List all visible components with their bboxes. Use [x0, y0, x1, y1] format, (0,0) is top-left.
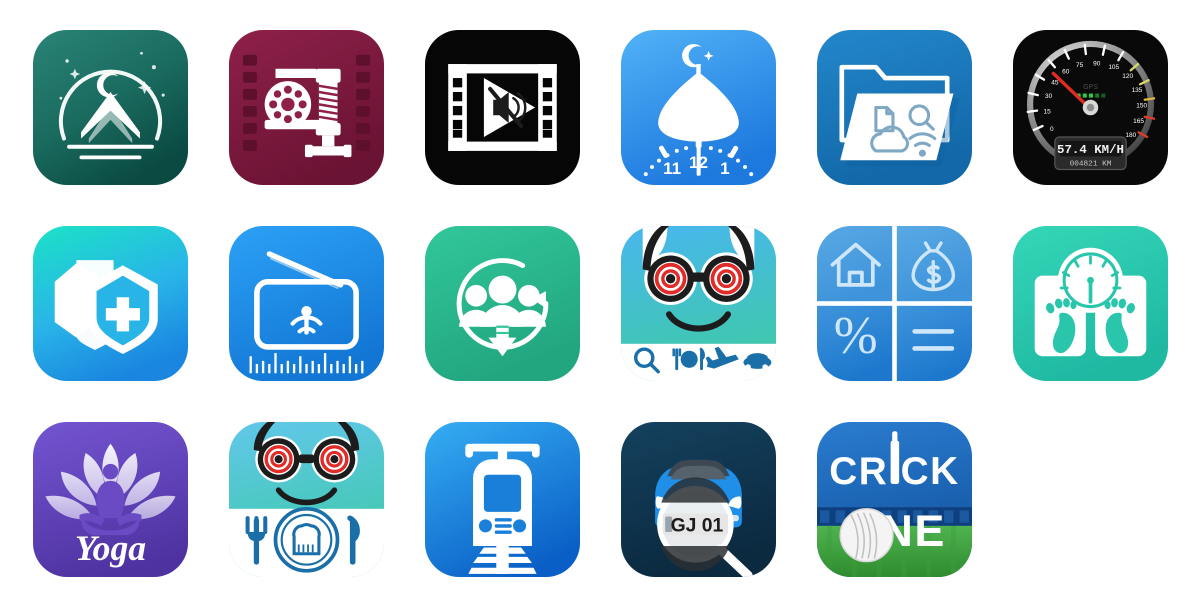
islamic-mosque-icon[interactable]: [32, 29, 188, 185]
app-cell[interactable]: %: [796, 208, 992, 398]
cricket-wordmark-top: CR CK: [829, 450, 959, 493]
app-cell[interactable]: [404, 12, 600, 202]
app-cell[interactable]: Yoga: [12, 404, 208, 594]
percent-symbol: %: [833, 307, 877, 365]
app-cell[interactable]: [796, 12, 992, 202]
app-cell[interactable]: [600, 208, 796, 398]
contacts-backup-icon[interactable]: [424, 225, 580, 381]
app-cell[interactable]: [404, 208, 600, 398]
add-shield-hexagon-icon[interactable]: [32, 225, 188, 381]
nerd-face-search-icon[interactable]: [620, 225, 776, 381]
app-cell[interactable]: [208, 12, 404, 202]
svg-text:105: 105: [1108, 63, 1119, 70]
weight-scale-icon[interactable]: [1012, 225, 1168, 381]
svg-text:150: 150: [1136, 102, 1147, 109]
loan-calculator-icon[interactable]: %: [816, 225, 972, 381]
svg-text:15: 15: [1043, 108, 1051, 115]
video-compressor-icon[interactable]: [228, 29, 384, 185]
app-cell[interactable]: [12, 12, 208, 202]
svg-text:30: 30: [1045, 93, 1053, 100]
app-cell[interactable]: 0 15 30 45 60 75 90 105 120 135 150 165 180 GPS: [992, 12, 1188, 202]
svg-text:135: 135: [1131, 87, 1142, 94]
speed-display: 57.4 KM/H: [1057, 143, 1124, 157]
app-cell[interactable]: [12, 208, 208, 398]
yoga-wordmark: Yoga: [74, 527, 145, 567]
clock-number-1: 1: [720, 159, 729, 178]
app-cell[interactable]: GJ 01: [600, 404, 796, 594]
svg-text:90: 90: [1093, 60, 1101, 67]
radio-icon[interactable]: [228, 225, 384, 381]
video-mute-icon[interactable]: [424, 29, 580, 185]
clock-number-11: 11: [663, 159, 681, 178]
cricket-app-icon[interactable]: CR CK NE: [816, 421, 972, 577]
svg-text:0: 0: [1049, 125, 1053, 132]
cricket-ball-icon: [838, 507, 894, 562]
app-cell[interactable]: [404, 404, 600, 594]
app-cell[interactable]: [208, 208, 404, 398]
svg-text:45: 45: [1051, 79, 1059, 86]
svg-text:75: 75: [1076, 62, 1084, 69]
odometer-display: 004821 KM: [1069, 160, 1111, 168]
license-plate-text: GJ 01: [670, 514, 723, 536]
clock-number-12: 12: [689, 152, 708, 171]
app-cell[interactable]: [208, 404, 404, 594]
prayer-times-icon[interactable]: 11 12 1: [620, 29, 776, 185]
app-cell[interactable]: CR CK NE: [796, 404, 992, 594]
speedometer-icon[interactable]: 0 15 30 45 60 75 90 105 120 135 150 165 180 GPS: [1012, 29, 1168, 185]
file-manager-icon[interactable]: [816, 29, 972, 185]
app-icon-grid: 11 12 1 0 15 30 45 60 75 90 105 120 135 …: [0, 0, 1200, 594]
svg-text:120: 120: [1122, 73, 1133, 80]
gauge-source-label: GPS: [1083, 83, 1098, 90]
restaurant-finder-icon[interactable]: [228, 421, 384, 577]
app-cell[interactable]: [992, 208, 1188, 398]
train-icon[interactable]: [424, 421, 580, 577]
vehicle-info-icon[interactable]: GJ 01: [620, 421, 776, 577]
app-cell[interactable]: 11 12 1: [600, 12, 796, 202]
svg-text:180: 180: [1125, 131, 1136, 138]
svg-text:60: 60: [1062, 68, 1070, 75]
yoga-icon[interactable]: Yoga: [32, 421, 188, 577]
svg-text:165: 165: [1133, 118, 1144, 125]
